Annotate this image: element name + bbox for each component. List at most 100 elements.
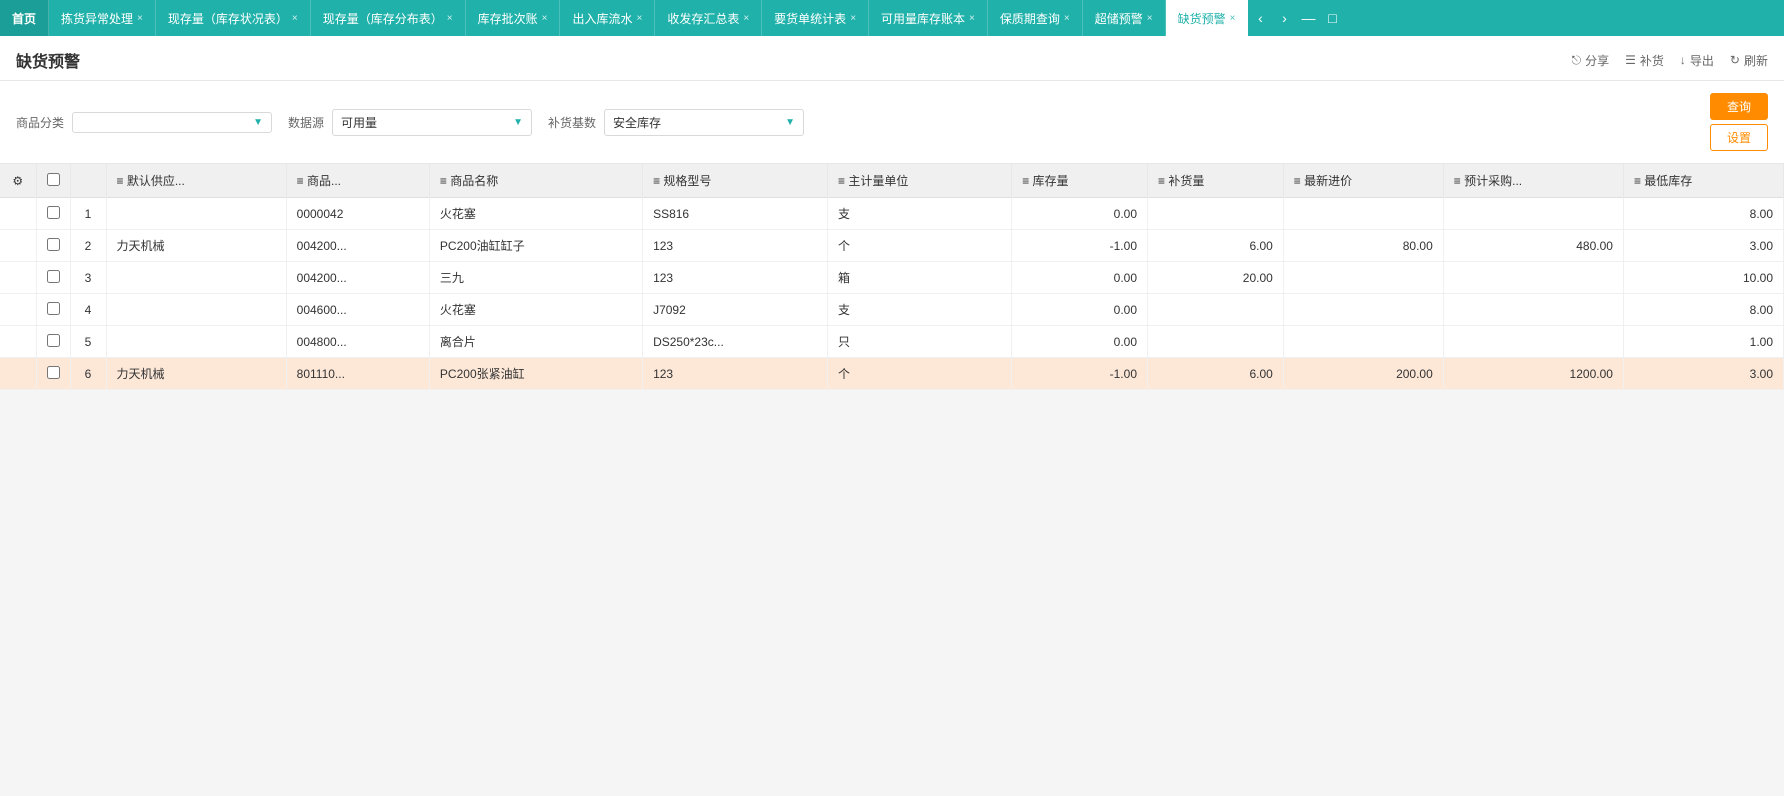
tab-overstock[interactable]: 超储预警 ×	[1083, 0, 1166, 36]
tab-shortage[interactable]: 缺货预警 ×	[1166, 0, 1249, 36]
row-no: 4	[70, 294, 106, 326]
settings-button[interactable]: 设置	[1710, 124, 1768, 151]
column-supplier[interactable]: ≡ 默认供应...	[106, 164, 286, 198]
tab-home-label: 首页	[12, 10, 36, 27]
restock-icon: ☰	[1625, 53, 1636, 67]
tab-nav-right[interactable]: ›	[1272, 0, 1296, 36]
row-restock-qty: 20.00	[1148, 262, 1284, 294]
close-icon[interactable]: ×	[137, 13, 143, 24]
tab-recv-summary[interactable]: 收发存汇总表 ×	[655, 0, 762, 36]
row-unit: 支	[828, 198, 1012, 230]
share-label: 分享	[1585, 52, 1609, 69]
column-product-name[interactable]: ≡ 商品名称	[429, 164, 642, 198]
close-icon[interactable]: ×	[1064, 13, 1070, 24]
table-container: ⚙ ≡ 默认供应... ≡ 商品... ≡ 商品名称 ≡	[0, 164, 1784, 390]
export-action[interactable]: ↓ 导出	[1680, 52, 1714, 69]
restock-action[interactable]: ☰ 补货	[1625, 52, 1664, 69]
table-row: 2 力天机械 004200... PC200油缸缸子 123 个 -1.00 6…	[0, 230, 1784, 262]
select-all-checkbox[interactable]	[47, 173, 60, 186]
row-stock-qty: 0.00	[1012, 294, 1148, 326]
close-icon[interactable]: ×	[292, 13, 298, 24]
column-product-code[interactable]: ≡ 商品...	[286, 164, 429, 198]
row-checkbox[interactable]	[47, 270, 60, 283]
tab-batch-account[interactable]: 库存批次账 ×	[466, 0, 561, 36]
tab-inventory-status-label: 现存量（库存状况表）	[168, 10, 288, 27]
column-unit[interactable]: ≡ 主计量单位	[828, 164, 1012, 198]
row-checkbox[interactable]	[47, 238, 60, 251]
column-product-code-label: ≡ 商品...	[297, 174, 341, 188]
close-icon[interactable]: ×	[1147, 13, 1153, 24]
row-checkbox[interactable]	[47, 366, 60, 379]
row-gear	[0, 230, 36, 262]
close-icon[interactable]: ×	[743, 13, 749, 24]
row-checkbox-cell	[36, 262, 70, 294]
export-label: 导出	[1690, 52, 1714, 69]
filter-actions: 查询 设置	[1710, 93, 1768, 151]
close-icon[interactable]: ×	[447, 13, 453, 24]
row-no: 3	[70, 262, 106, 294]
tab-minimize[interactable]: —	[1296, 0, 1320, 36]
row-product-name: 火花塞	[429, 294, 642, 326]
tab-expiry-query-label: 保质期查询	[1000, 10, 1060, 27]
category-select[interactable]: ▼	[72, 112, 272, 133]
close-icon[interactable]: ×	[969, 13, 975, 24]
row-est-purchase: 1200.00	[1443, 358, 1623, 390]
row-no: 5	[70, 326, 106, 358]
chevron-down-icon: ▼	[785, 117, 795, 128]
close-icon[interactable]: ×	[1230, 13, 1236, 24]
tab-avail-ledger-label: 可用量库存账本	[881, 10, 965, 27]
row-gear	[0, 358, 36, 390]
close-icon[interactable]: ×	[542, 13, 548, 24]
column-stock-qty[interactable]: ≡ 库存量	[1012, 164, 1148, 198]
datasource-select[interactable]: 可用量 ▼	[332, 109, 532, 136]
row-est-purchase	[1443, 262, 1623, 294]
table-body: 1 0000042 火花塞 SS816 支 0.00 8.00 2 力天机械 0…	[0, 198, 1784, 390]
tab-nav-left[interactable]: ‹	[1248, 0, 1272, 36]
row-supplier: 力天机械	[106, 358, 286, 390]
row-est-purchase	[1443, 198, 1623, 230]
tab-maximize[interactable]: □	[1320, 0, 1344, 36]
filter-bar: 商品分类 ▼ 数据源 可用量 ▼ 补货基数 安全库存 ▼ 查询 设置	[0, 81, 1784, 164]
column-min-stock[interactable]: ≡ 最低库存	[1623, 164, 1783, 198]
row-checkbox-cell	[36, 326, 70, 358]
tab-inventory-status[interactable]: 现存量（库存状况表） ×	[156, 0, 311, 36]
column-restock-qty[interactable]: ≡ 补货量	[1148, 164, 1284, 198]
row-gear	[0, 294, 36, 326]
row-product-name: PC200油缸缸子	[429, 230, 642, 262]
row-supplier	[106, 294, 286, 326]
row-checkbox[interactable]	[47, 206, 60, 219]
restock-base-select[interactable]: 安全库存 ▼	[604, 109, 804, 136]
row-spec: 123	[643, 262, 828, 294]
column-gear[interactable]: ⚙	[0, 164, 36, 198]
column-latest-price[interactable]: ≡ 最新进价	[1283, 164, 1443, 198]
column-supplier-label: ≡ 默认供应...	[117, 174, 185, 188]
column-spec[interactable]: ≡ 规格型号	[643, 164, 828, 198]
refresh-action[interactable]: ↻ 刷新	[1730, 52, 1768, 69]
row-checkbox[interactable]	[47, 302, 60, 315]
table-row: 4 004600... 火花塞 J7092 支 0.00 8.00	[0, 294, 1784, 326]
column-min-stock-label: ≡ 最低库存	[1634, 174, 1692, 188]
tab-demand-stats[interactable]: 要货单统计表 ×	[762, 0, 869, 36]
row-checkbox[interactable]	[47, 334, 60, 347]
column-est-purchase-label: ≡ 预计采购...	[1454, 174, 1522, 188]
header-actions: ⎋ 分享 ☰ 补货 ↓ 导出 ↻ 刷新	[1572, 52, 1768, 69]
tab-expiry-query[interactable]: 保质期查询 ×	[988, 0, 1083, 36]
row-product-code: 0000042	[286, 198, 429, 230]
column-est-purchase[interactable]: ≡ 预计采购...	[1443, 164, 1623, 198]
column-checkbox	[36, 164, 70, 198]
tab-defect-process[interactable]: 拣货异常处理 ×	[49, 0, 156, 36]
restock-label: 补货	[1640, 52, 1664, 69]
close-icon[interactable]: ×	[850, 13, 856, 24]
tab-inventory-dist[interactable]: 现存量（库存分布表） ×	[311, 0, 466, 36]
row-latest-price: 80.00	[1283, 230, 1443, 262]
query-button[interactable]: 查询	[1710, 93, 1768, 120]
close-icon[interactable]: ×	[636, 13, 642, 24]
tab-avail-ledger[interactable]: 可用量库存账本 ×	[869, 0, 988, 36]
share-action[interactable]: ⎋ 分享	[1572, 52, 1610, 69]
row-stock-qty: 0.00	[1012, 262, 1148, 294]
page-header: 缺货预警 ⎋ 分享 ☰ 补货 ↓ 导出 ↻ 刷新	[0, 36, 1784, 81]
table-row: 1 0000042 火花塞 SS816 支 0.00 8.00	[0, 198, 1784, 230]
tab-inout-flow[interactable]: 出入库流水 ×	[560, 0, 655, 36]
tab-home[interactable]: 首页	[0, 0, 49, 36]
row-spec: 123	[643, 230, 828, 262]
